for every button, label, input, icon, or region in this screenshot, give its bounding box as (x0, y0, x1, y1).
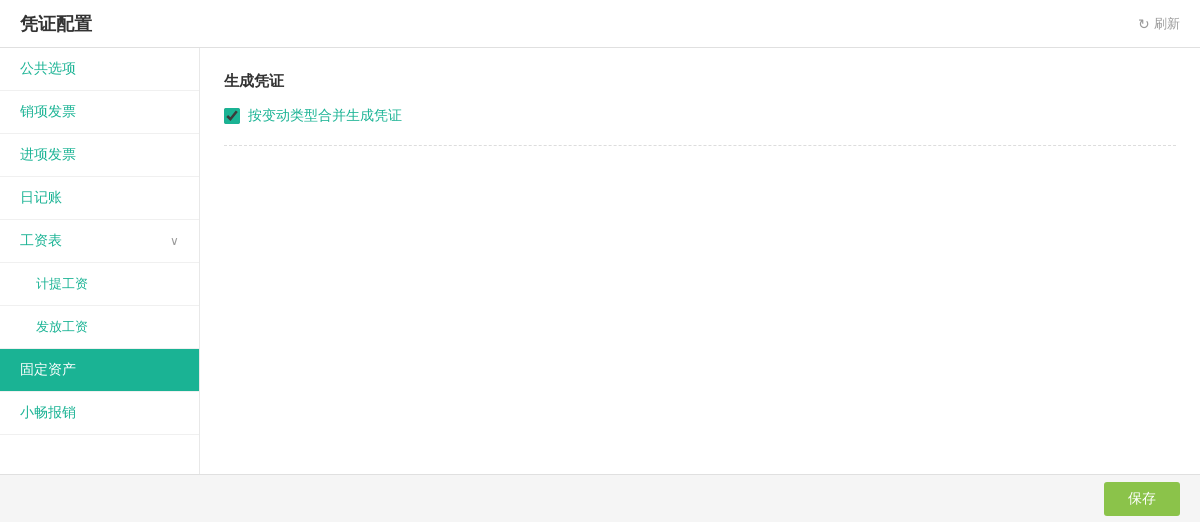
page-footer: 保存 (0, 474, 1200, 522)
sidebar-item-fixed-assets[interactable]: 固定资产 (0, 349, 199, 392)
page-title: 凭证配置 (20, 12, 92, 36)
sidebar-item-label: 发放工资 (36, 318, 88, 336)
sidebar-item-label: 销项发票 (20, 103, 76, 121)
sidebar-item-label: 进项发票 (20, 146, 76, 164)
merge-checkbox[interactable] (224, 108, 240, 124)
sidebar-item-sales-invoice[interactable]: 销项发票 (0, 91, 199, 134)
sidebar-item-public-options[interactable]: 公共选项 (0, 48, 199, 91)
content-area: 生成凭证 按变动类型合并生成凭证 (200, 48, 1200, 474)
sidebar-item-expense[interactable]: 小畅报销 (0, 392, 199, 435)
refresh-button[interactable]: ↻ 刷新 (1138, 15, 1180, 33)
merge-checkbox-label[interactable]: 按变动类型合并生成凭证 (248, 107, 402, 125)
sidebar-item-label: 公共选项 (20, 60, 76, 78)
refresh-icon: ↻ (1138, 16, 1150, 32)
checkbox-row: 按变动类型合并生成凭证 (224, 107, 1176, 125)
sidebar-item-label: 计提工资 (36, 275, 88, 293)
sidebar-item-label: 工资表 (20, 232, 62, 250)
page-header: 凭证配置 ↻ 刷新 (0, 0, 1200, 48)
main-layout: 公共选项销项发票进项发票日记账工资表 ∨ 计提工资发放工资固定资产小畅报销 生成凭证… (0, 48, 1200, 474)
sidebar: 公共选项销项发票进项发票日记账工资表 ∨ 计提工资发放工资固定资产小畅报销 (0, 48, 200, 474)
sidebar-item-purchase-invoice[interactable]: 进项发票 (0, 134, 199, 177)
section-divider (224, 145, 1176, 146)
section-title: 生成凭证 (224, 72, 1176, 91)
chevron-down-icon: ∨ (170, 234, 179, 248)
sidebar-item-label: 小畅报销 (20, 404, 76, 422)
save-button[interactable]: 保存 (1104, 482, 1180, 516)
sidebar-item-calc-salary[interactable]: 计提工资 (0, 263, 199, 306)
refresh-label: 刷新 (1154, 15, 1180, 33)
sidebar-item-label: 日记账 (20, 189, 62, 207)
sidebar-item-payroll-table[interactable]: 工资表 ∨ (0, 220, 199, 263)
sidebar-item-issue-salary[interactable]: 发放工资 (0, 306, 199, 349)
sidebar-item-journal[interactable]: 日记账 (0, 177, 199, 220)
sidebar-item-label: 固定资产 (20, 361, 76, 379)
